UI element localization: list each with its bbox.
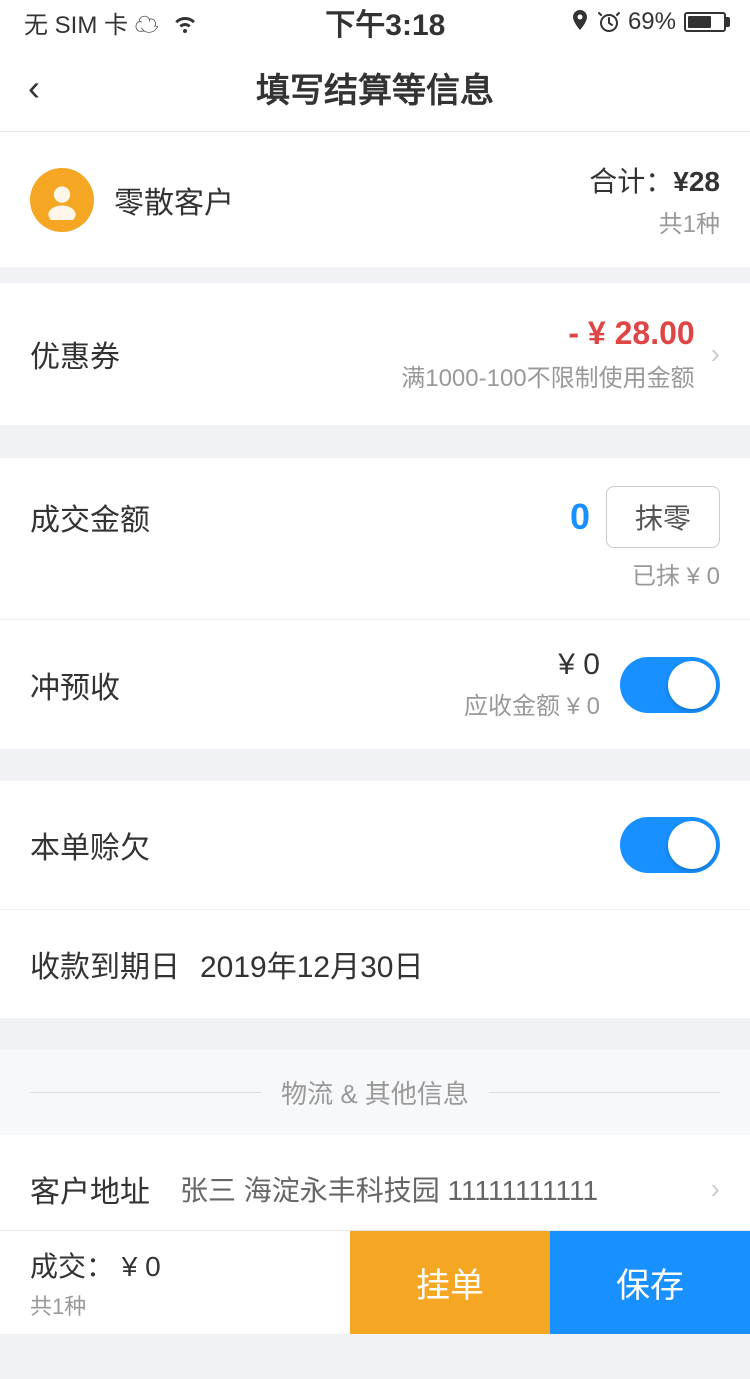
bottom-deal-label: 成交： — [30, 1251, 114, 1282]
address-chevron: › — [711, 1173, 720, 1205]
coupon-card[interactable]: 优惠券 - ¥ 28.00 满1000-100不限制使用金额 › — [0, 283, 750, 426]
coupon-label: 优惠券 — [30, 332, 120, 376]
customer-right: 合计：¥28 共1种 — [589, 160, 720, 239]
battery-icon — [684, 12, 726, 32]
debt-toggle[interactable] — [620, 817, 720, 873]
wifi-icon — [169, 11, 201, 33]
round-button[interactable]: 抹零 — [606, 486, 720, 548]
status-time: 下午3:18 — [325, 0, 445, 44]
divider-right — [489, 1092, 720, 1093]
coupon-right: - ¥ 28.00 满1000-100不限制使用金额 › — [401, 315, 720, 393]
deal-label: 成交金额 — [30, 495, 150, 539]
section-gap-2 — [0, 765, 750, 781]
address-label: 客户地址 — [30, 1167, 150, 1211]
duedate-value: 2019年12月30日 — [200, 942, 423, 986]
logistics-title: 物流 & 其他信息 — [261, 1074, 489, 1111]
status-bar: 无 SIM 卡 ☁ 下午3:18 69% — [0, 0, 750, 44]
coupon-row[interactable]: 优惠券 - ¥ 28.00 满1000-100不限制使用金额 › — [0, 283, 750, 426]
alarm-icon — [598, 10, 620, 34]
bottom-deal-row: 成交： ¥ 0 — [30, 1245, 320, 1285]
prereceive-row: 冲预收 ¥ 0 应收金额 ¥ 0 — [0, 620, 750, 749]
prereceive-sub: 应收金额 ¥ 0 — [464, 686, 600, 721]
deal-card: 成交金额 0 抹零 已抹 ¥ 0 冲预收 ¥ 0 应收金额 ¥ 0 — [0, 458, 750, 749]
bottom-bar: 成交： ¥ 0 共1种 挂单 保存 — [0, 1230, 750, 1334]
bottom-deal-amount: ¥ 0 — [122, 1251, 161, 1282]
section-gap-3 — [0, 1034, 750, 1050]
hold-button[interactable]: 挂单 — [350, 1231, 550, 1334]
customer-name: 零散客户 — [114, 178, 234, 222]
debt-row: 本单赊欠 — [0, 781, 750, 910]
status-left: 无 SIM 卡 ☁ — [24, 5, 201, 40]
status-right: 69% — [570, 8, 726, 36]
deal-amount-row: 成交金额 0 抹零 — [0, 458, 750, 548]
customer-count: 共1种 — [589, 204, 720, 239]
address-value: 张三 海淀永丰科技园 11111111111 — [180, 1169, 711, 1209]
signal-text: 无 SIM 卡 ☁ — [24, 5, 159, 40]
avatar-icon — [42, 180, 82, 220]
total-label: 合计： — [589, 166, 673, 197]
customer-card: 零散客户 合计：¥28 共1种 — [0, 132, 750, 267]
customer-row: 零散客户 合计：¥28 共1种 — [0, 132, 750, 267]
duedate-label: 收款到期日 — [30, 942, 180, 986]
content-area: 零散客户 合计：¥28 共1种 优惠券 - ¥ 28.00 满1000-100不… — [0, 132, 750, 1379]
logistics-header: 物流 & 其他信息 — [0, 1050, 750, 1135]
divider-left — [30, 1092, 261, 1093]
debt-label: 本单赊欠 — [30, 823, 150, 867]
save-button[interactable]: 保存 — [550, 1231, 750, 1334]
page-title: 填写结算等信息 — [256, 63, 494, 112]
bottom-info: 成交： ¥ 0 共1种 — [0, 1231, 350, 1334]
prereceive-amount: ¥ 0 — [464, 648, 600, 682]
nav-bar: ‹ 填写结算等信息 — [0, 44, 750, 132]
address-card[interactable]: 客户地址 张三 海淀永丰科技园 11111111111 › — [0, 1135, 750, 1243]
debt-card: 本单赊欠 收款到期日 2019年12月30日 — [0, 781, 750, 1018]
debt-toggle-knob — [668, 821, 716, 869]
total-amount: ¥28 — [673, 166, 720, 197]
toggle-knob — [668, 661, 716, 709]
section-gap-1 — [0, 442, 750, 458]
prereceive-right: ¥ 0 应收金额 ¥ 0 — [464, 648, 720, 721]
back-button[interactable]: ‹ — [28, 67, 40, 109]
coupon-chevron: › — [711, 338, 720, 370]
battery-percent: 69% — [628, 8, 676, 36]
duedate-row[interactable]: 收款到期日 2019年12月30日 — [0, 910, 750, 1018]
address-row[interactable]: 客户地址 张三 海淀永丰科技园 11111111111 › — [0, 1135, 750, 1243]
bottom-count: 共1种 — [30, 1289, 320, 1321]
location-icon — [570, 10, 590, 34]
avatar — [30, 168, 94, 232]
deal-sub: 已抹 ¥ 0 — [0, 548, 750, 620]
prereceive-toggle[interactable] — [620, 657, 720, 713]
deal-right: 0 抹零 — [570, 486, 720, 548]
coupon-sub: 满1000-100不限制使用金额 — [401, 358, 694, 393]
customer-left: 零散客户 — [30, 168, 234, 232]
prereceive-values: ¥ 0 应收金额 ¥ 0 — [464, 648, 600, 721]
deal-value[interactable]: 0 — [570, 496, 590, 538]
coupon-discount: - ¥ 28.00 — [401, 315, 694, 352]
prereceive-label: 冲预收 — [30, 663, 120, 707]
